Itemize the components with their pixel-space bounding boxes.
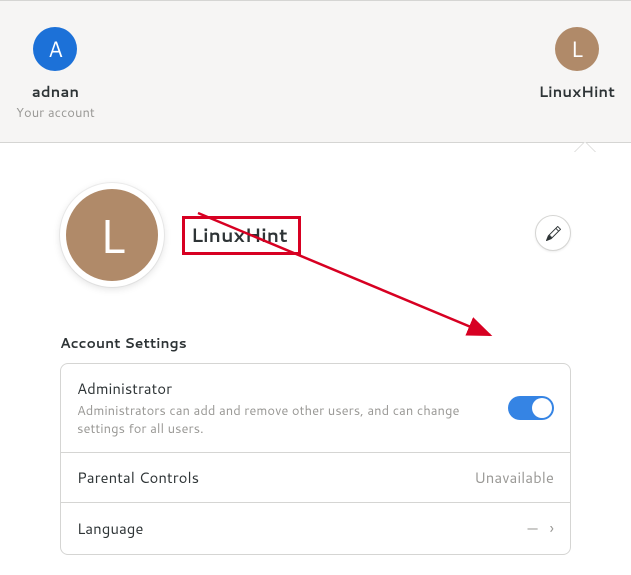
row-main: Administrator Administrators can add and… xyxy=(77,378,496,438)
row-parental-controls[interactable]: Parental Controls Unavailable xyxy=(61,453,570,503)
user-detail-panel: L LinuxHint Account Settings Administrat… xyxy=(0,143,631,575)
profile-header: L LinuxHint xyxy=(60,183,571,287)
user-name-label: adnan xyxy=(32,81,79,102)
avatar-linuxhint: L xyxy=(555,27,599,71)
account-settings-list: Administrator Administrators can add and… xyxy=(60,363,571,555)
row-main: Parental Controls xyxy=(77,467,462,488)
profile-name: LinuxHint xyxy=(191,222,288,249)
row-language[interactable]: Language — › xyxy=(61,503,570,554)
row-main: Language xyxy=(77,518,515,539)
pencil-icon xyxy=(546,226,561,241)
section-title: Account Settings xyxy=(60,333,571,353)
user-name-label: LinuxHint xyxy=(539,81,615,102)
avatar-large: L xyxy=(66,189,158,281)
user-sub-label: Your account xyxy=(16,104,95,122)
avatar-initial: L xyxy=(571,34,583,65)
row-administrator: Administrator Administrators can add and… xyxy=(61,364,570,453)
row-value: Unavailable xyxy=(474,467,554,488)
row-desc: Administrators can add and remove other … xyxy=(77,403,496,438)
chevron-right-icon: › xyxy=(550,517,554,540)
avatar-large-wrap[interactable]: L xyxy=(60,183,164,287)
user-tile-adnan[interactable]: A adnan Your account xyxy=(16,27,95,122)
avatar-initial: A xyxy=(48,34,63,65)
user-switcher-bar: A adnan Your account L LinuxHint xyxy=(0,0,631,143)
row-title: Administrator xyxy=(77,378,496,399)
user-tile-linuxhint[interactable]: L LinuxHint xyxy=(539,27,615,102)
avatar-initial: L xyxy=(99,201,126,269)
annotation-highlight-box: LinuxHint xyxy=(182,216,301,255)
edit-name-button[interactable] xyxy=(535,215,571,251)
row-value: — xyxy=(527,518,537,539)
row-title: Language xyxy=(77,518,515,539)
row-title: Parental Controls xyxy=(77,467,462,488)
administrator-toggle[interactable] xyxy=(508,396,554,420)
avatar-adnan: A xyxy=(33,27,77,71)
